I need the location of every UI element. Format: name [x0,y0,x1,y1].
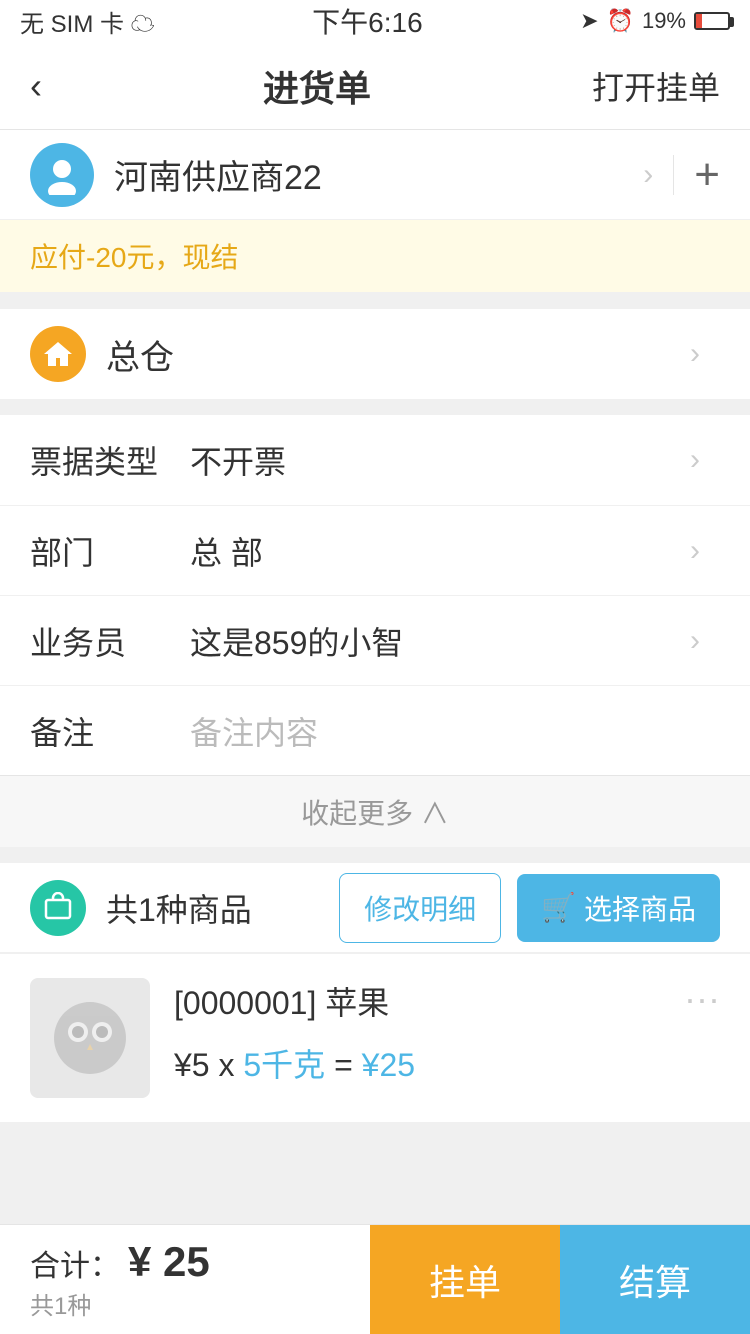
notice-bar: 应付-20元，现结 [0,220,750,293]
battery-icon [694,12,730,30]
status-left: 无 SIM 卡 ☁ [20,4,155,39]
sales-chevron-icon: › [690,624,700,658]
sim-status: 无 SIM 卡 ☁ [20,4,155,39]
product-info: [0000001] 苹果 ¥5 x 5千克 = ¥25 [174,978,668,1086]
total-amount: ¥ 25 [128,1238,210,1286]
total-label: 合计： ¥ 25 [30,1238,340,1286]
status-bar: 无 SIM 卡 ☁ 下午6:16 ➤ ⏰ 19% [0,0,750,42]
back-button[interactable]: ‹ [30,65,42,107]
total-text: 合计： [30,1241,120,1285]
warehouse-icon [30,326,86,382]
collapse-button[interactable]: 收起更多 ∧ [0,775,750,847]
select-product-icon: 🛒 [541,891,576,924]
product-name: [0000001] 苹果 [174,978,668,1024]
battery-text: 19% [642,8,686,34]
dept-row[interactable]: 部门 总 部 › [0,505,750,595]
products-count: 共1种商品 [106,885,339,931]
products-header: 共1种商品 修改明细 🛒 选择商品 [0,863,750,953]
product-total: ¥25 [362,1047,415,1083]
product-thumbnail [30,978,150,1098]
cart-icon [42,892,74,924]
edit-detail-button[interactable]: 修改明细 [339,873,501,943]
dept-value: 总 部 [190,528,690,574]
owl-logo-icon [50,998,130,1078]
remark-label: 备注 [30,708,190,754]
invoice-chevron-icon: › [690,443,700,477]
invoice-row[interactable]: 票据类型 不开票 › [0,415,750,505]
checkout-button[interactable]: 结算 [560,1225,750,1334]
chevron-right-icon: › [643,158,653,192]
products-section: 共1种商品 修改明细 🛒 选择商品 [0,863,750,1122]
equals-sign: = [334,1047,362,1083]
warehouse-row[interactable]: 总仓 › [0,309,750,399]
product-unit-price: ¥5 [174,1047,210,1083]
supplier-avatar [30,143,94,207]
select-product-button[interactable]: 🛒 选择商品 [517,874,720,942]
remark-input[interactable]: 备注内容 [190,708,720,754]
invoice-value: 不开票 [190,437,690,483]
total-section: 合计： ¥ 25 共1种 [0,1238,370,1321]
product-more-button[interactable]: ··· [684,978,720,1020]
sales-value: 这是859的小智 [190,618,690,664]
products-icon [30,880,86,936]
main-content: 河南供应商22 › + 应付-20元，现结 总仓 › 票据类型 不开票 › 部门… [0,130,750,1248]
supplier-section: 河南供应商22 › + 应付-20元，现结 [0,130,750,293]
product-item: [0000001] 苹果 ¥5 x 5千克 = ¥25 ··· [0,953,750,1122]
total-count: 共1种 [30,1286,340,1321]
alarm-icon: ⏰ [607,8,634,34]
dept-label: 部门 [30,528,190,574]
select-product-label: 选择商品 [584,888,696,928]
sales-row[interactable]: 业务员 这是859的小智 › [0,595,750,685]
location-icon: ➤ [580,8,598,34]
form-section: 票据类型 不开票 › 部门 总 部 › 业务员 这是859的小智 › 备注 备注… [0,415,750,847]
warehouse-section: 总仓 › [0,309,750,399]
person-icon [42,155,82,195]
page-title: 进货单 [263,60,371,112]
supplier-name: 河南供应商22 [114,150,643,199]
status-right: ➤ ⏰ 19% [580,8,730,34]
remark-row[interactable]: 备注 备注内容 [0,685,750,775]
product-title: 苹果 [325,985,389,1021]
divider [673,155,674,195]
home-icon [42,338,74,370]
dept-chevron-icon: › [690,534,700,568]
hang-button[interactable]: 挂单 [370,1225,560,1334]
open-pending-button[interactable]: 打开挂单 [592,63,720,109]
product-code: [0000001] [174,985,316,1021]
product-price-row: ¥5 x 5千克 = ¥25 [174,1040,668,1086]
status-time: 下午6:16 [312,1,423,41]
invoice-label: 票据类型 [30,437,190,483]
add-supplier-button[interactable]: + [694,153,720,197]
sales-label: 业务员 [30,618,190,664]
warehouse-name: 总仓 [106,330,690,379]
multiply-sign: x [218,1047,243,1083]
warehouse-chevron-icon: › [690,337,700,371]
product-qty: 5千克 [243,1047,325,1083]
supplier-row[interactable]: 河南供应商22 › + [0,130,750,220]
bottom-bar: 合计： ¥ 25 共1种 挂单 结算 [0,1224,750,1334]
nav-bar: ‹ 进货单 打开挂单 [0,42,750,130]
